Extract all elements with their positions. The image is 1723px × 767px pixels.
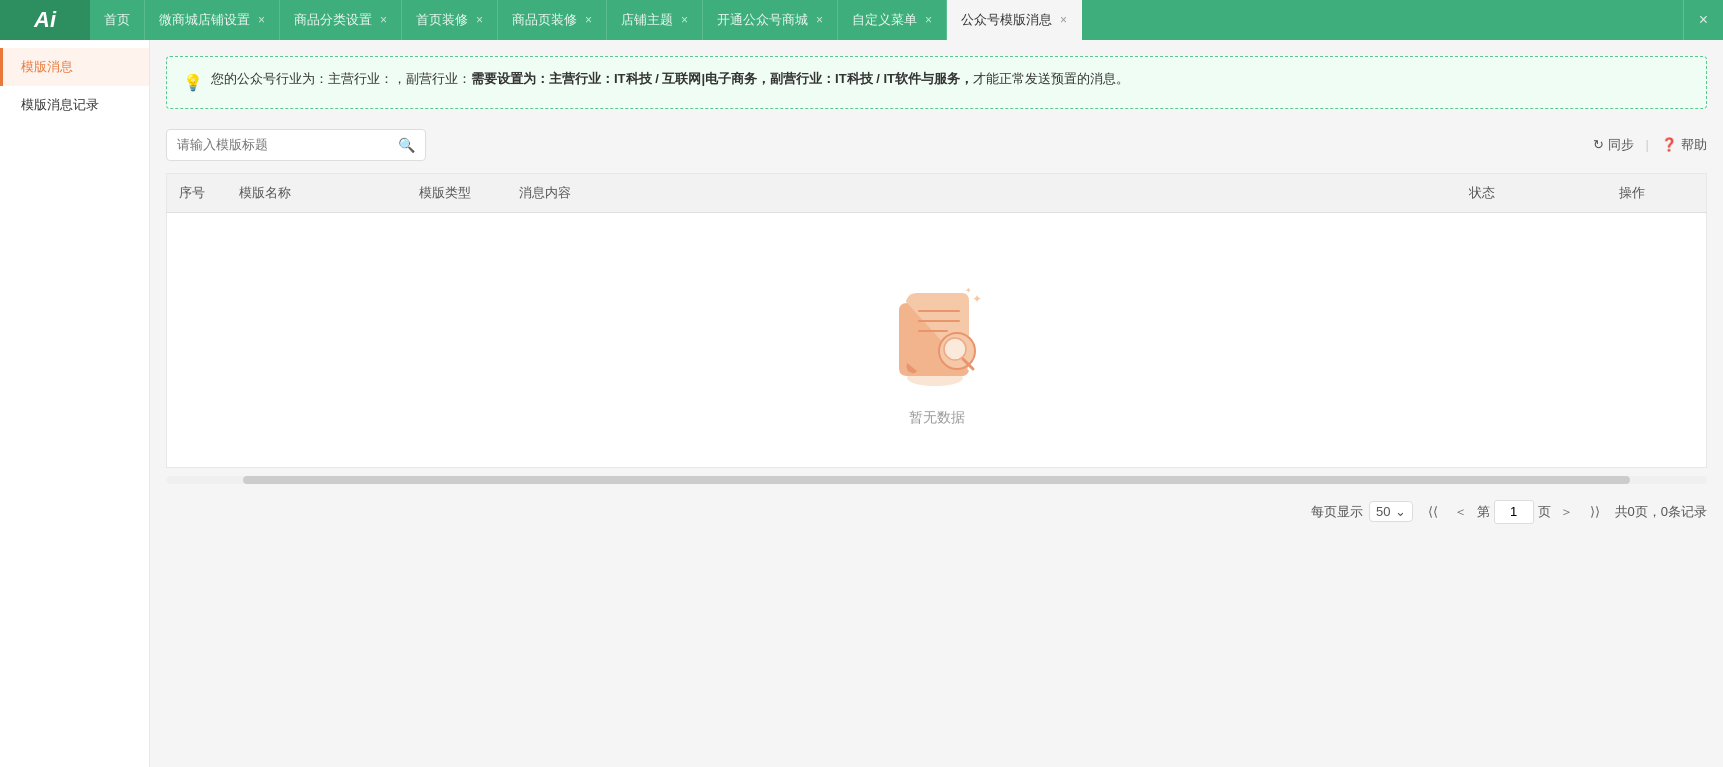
page-size-wrap: 每页显示 50 ⌄: [1311, 501, 1412, 522]
page-unit: 页: [1538, 503, 1551, 521]
page-total: 共0页，0条记录: [1615, 503, 1707, 521]
sidebar-item-template-msg[interactable]: 模版消息: [0, 48, 149, 86]
first-page-button[interactable]: ⟨⟨: [1421, 500, 1445, 524]
sidebar-item-template-msg-records[interactable]: 模版消息记录: [0, 86, 149, 124]
svg-point-5: [944, 338, 966, 360]
bulb-icon: 💡: [183, 70, 203, 96]
th-content: 消息内容: [507, 173, 1457, 212]
empty-illustration: ✦ ✦: [877, 273, 997, 393]
divider: |: [1646, 137, 1649, 152]
empty-text: 暂无数据: [909, 409, 965, 427]
search-input[interactable]: [177, 137, 398, 152]
tab-category-settings[interactable]: 商品分类设置×: [280, 0, 402, 40]
page-size-select[interactable]: 50 ⌄: [1369, 501, 1412, 522]
page-size-value: 50: [1376, 504, 1390, 519]
search-actions: ↻ 同步 | ❓ 帮助: [1593, 136, 1707, 154]
sync-label: 同步: [1608, 136, 1634, 154]
sidebar: 模版消息模版消息记录: [0, 40, 150, 767]
tab-open-mall[interactable]: 开通公众号商城×: [703, 0, 838, 40]
tab-template-msg[interactable]: 公众号模版消息×: [947, 0, 1082, 40]
th-action: 操作: [1607, 173, 1707, 212]
notice-text: 您的公众号行业为：主营行业：，副营行业：需要设置为：主营行业：IT科技 / 互联…: [211, 69, 1129, 90]
svg-text:✦: ✦: [965, 286, 972, 295]
svg-text:✦: ✦: [972, 292, 982, 306]
data-table: 序号 模版名称 模版类型 消息内容 状态 操作: [166, 173, 1707, 468]
table-header-row: 序号 模版名称 模版类型 消息内容 状态 操作: [167, 173, 1707, 212]
help-icon: ❓: [1661, 137, 1677, 152]
tab-close-open-mall[interactable]: ×: [816, 13, 823, 27]
pagination: 每页显示 50 ⌄ ⟨⟨ ＜ 第 页 ＞ ⟩⟩ 共0页，0条记录: [166, 492, 1707, 532]
page-nav: ⟨⟨ ＜ 第 页 ＞ ⟩⟩: [1421, 500, 1607, 524]
page-size-label: 每页显示: [1311, 503, 1363, 521]
scroll-thumb[interactable]: [243, 476, 1630, 484]
search-input-wrap: 🔍: [166, 129, 426, 161]
tab-home[interactable]: 首页: [90, 0, 145, 40]
chevron-down-icon: ⌄: [1395, 504, 1406, 519]
page-prefix: 第: [1477, 503, 1490, 521]
page-number-input[interactable]: [1494, 500, 1534, 524]
top-nav: Ai 首页微商城店铺设置×商品分类设置×首页装修×商品页装修×店铺主题×开通公众…: [0, 0, 1723, 40]
horizontal-scrollbar[interactable]: [166, 476, 1707, 484]
notice-banner: 💡 您的公众号行业为：主营行业：，副营行业：需要设置为：主营行业：IT科技 / …: [166, 56, 1707, 109]
search-icon[interactable]: 🔍: [398, 137, 415, 153]
search-bar: 🔍 ↻ 同步 | ❓ 帮助: [166, 129, 1707, 161]
th-seq: 序号: [167, 173, 227, 212]
close-all-button[interactable]: ×: [1683, 0, 1723, 40]
tab-close-custom-menu[interactable]: ×: [925, 13, 932, 27]
last-page-button[interactable]: ⟩⟩: [1583, 500, 1607, 524]
sync-icon: ↻: [1593, 137, 1604, 152]
tab-shop-theme[interactable]: 店铺主题×: [607, 0, 703, 40]
content-area: 💡 您的公众号行业为：主营行业：，副营行业：需要设置为：主营行业：IT科技 / …: [150, 40, 1723, 767]
prev-page-button[interactable]: ＜: [1449, 500, 1473, 524]
app-logo: Ai: [0, 0, 90, 40]
th-status: 状态: [1457, 173, 1607, 212]
sync-button[interactable]: ↻ 同步: [1593, 136, 1634, 154]
tab-close-shop-settings[interactable]: ×: [258, 13, 265, 27]
tab-close-category-settings[interactable]: ×: [380, 13, 387, 27]
th-type: 模版类型: [407, 173, 507, 212]
next-page-button[interactable]: ＞: [1555, 500, 1579, 524]
empty-state: ✦ ✦ 暂无数据: [167, 213, 1706, 467]
tab-list: 首页微商城店铺设置×商品分类设置×首页装修×商品页装修×店铺主题×开通公众号商城…: [90, 0, 1683, 40]
help-label: 帮助: [1681, 136, 1707, 154]
tab-close-template-msg[interactable]: ×: [1060, 13, 1067, 27]
tab-custom-menu[interactable]: 自定义菜单×: [838, 0, 947, 40]
th-name: 模版名称: [227, 173, 407, 212]
tab-close-home-decor[interactable]: ×: [476, 13, 483, 27]
tab-product-decor[interactable]: 商品页装修×: [498, 0, 607, 40]
tab-home-decor[interactable]: 首页装修×: [402, 0, 498, 40]
help-button[interactable]: ❓ 帮助: [1661, 136, 1707, 154]
tab-close-product-decor[interactable]: ×: [585, 13, 592, 27]
tab-shop-settings[interactable]: 微商城店铺设置×: [145, 0, 280, 40]
main-layout: 模版消息模版消息记录 💡 您的公众号行业为：主营行业：，副营行业：需要设置为：主…: [0, 40, 1723, 767]
tab-close-shop-theme[interactable]: ×: [681, 13, 688, 27]
